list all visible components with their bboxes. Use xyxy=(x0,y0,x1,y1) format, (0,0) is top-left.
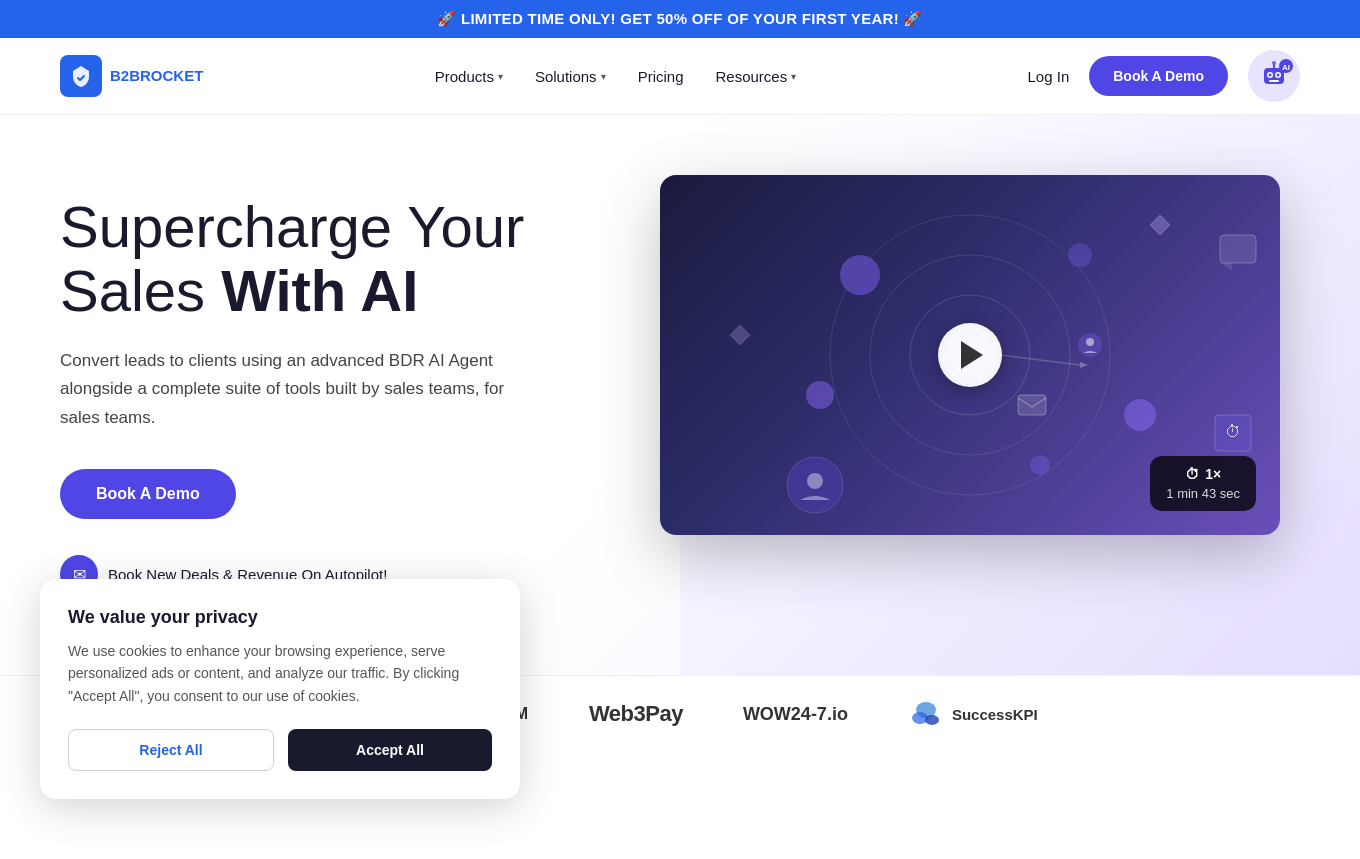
logo[interactable]: B2BROCKET xyxy=(60,55,203,97)
logo-web3pay: Web3Pay xyxy=(589,701,683,727)
nav-item-pricing[interactable]: Pricing xyxy=(638,68,684,85)
logo-successkpi: SuccessKPI xyxy=(908,696,1038,732)
logo-wow24-7: WOW24-7.io xyxy=(743,704,848,725)
hero-right: ⏱ ⏱1× 1 min 43 sec xyxy=(640,175,1300,535)
video-duration: 1 min 43 sec xyxy=(1166,486,1240,501)
svg-text:AI: AI xyxy=(1282,63,1290,72)
nav-link-solutions[interactable]: Solutions ▾ xyxy=(535,68,606,85)
announcement-bar: 🚀 LIMITED TIME ONLY! GET 50% OFF OF YOUR… xyxy=(0,0,1360,38)
reject-all-button[interactable]: Reject All xyxy=(68,729,274,752)
svg-point-35 xyxy=(925,715,939,725)
cookie-buttons: Reject All Accept All xyxy=(68,729,492,752)
hero-title: Supercharge Your Sales With AI xyxy=(60,195,640,323)
cookie-title: We value your privacy xyxy=(68,607,492,628)
chevron-down-icon: ▾ xyxy=(601,71,606,82)
login-link[interactable]: Log In xyxy=(1028,68,1070,85)
book-demo-button-hero[interactable]: Book A Demo xyxy=(60,469,236,519)
svg-point-7 xyxy=(1272,61,1276,65)
cookie-banner: We value your privacy We use cookies to … xyxy=(40,579,520,752)
nav-links: Products ▾ Solutions ▾ Pricing Resources… xyxy=(435,68,796,85)
nav-item-solutions[interactable]: Solutions ▾ xyxy=(535,68,606,85)
video-info-badge: ⏱1× 1 min 43 sec xyxy=(1150,456,1256,511)
nav-actions: Log In Book A Demo AI xyxy=(1028,50,1300,102)
chevron-down-icon: ▾ xyxy=(498,71,503,82)
nav-item-products[interactable]: Products ▾ xyxy=(435,68,503,85)
svg-point-4 xyxy=(1269,74,1272,77)
logo-text: B2BROCKET xyxy=(110,68,203,85)
robot-avatar: AI xyxy=(1248,50,1300,102)
navbar: B2BROCKET Products ▾ Solutions ▾ Pricing… xyxy=(0,38,1360,115)
video-speed: ⏱1× xyxy=(1166,466,1240,482)
video-container[interactable]: ⏱ ⏱1× 1 min 43 sec xyxy=(660,175,1280,535)
nav-link-resources[interactable]: Resources ▾ xyxy=(715,68,796,85)
hero-subtitle: Convert leads to clients using an advanc… xyxy=(60,347,540,434)
hero-left: Supercharge Your Sales With AI Convert l… xyxy=(60,175,640,635)
announcement-text: 🚀 LIMITED TIME ONLY! GET 50% OFF OF YOUR… xyxy=(437,10,923,27)
chevron-down-icon: ▾ xyxy=(791,71,796,82)
nav-link-pricing[interactable]: Pricing xyxy=(638,68,684,85)
nav-link-products[interactable]: Products ▾ xyxy=(435,68,503,85)
accept-all-button[interactable]: Accept All xyxy=(288,729,492,752)
logo-icon xyxy=(60,55,102,97)
book-demo-button-nav[interactable]: Book A Demo xyxy=(1089,56,1228,96)
svg-rect-8 xyxy=(1269,80,1279,82)
nav-item-resources[interactable]: Resources ▾ xyxy=(715,68,796,85)
play-button[interactable] xyxy=(938,323,1002,387)
cookie-text: We use cookies to enhance your browsing … xyxy=(68,640,492,707)
svg-point-5 xyxy=(1277,74,1280,77)
